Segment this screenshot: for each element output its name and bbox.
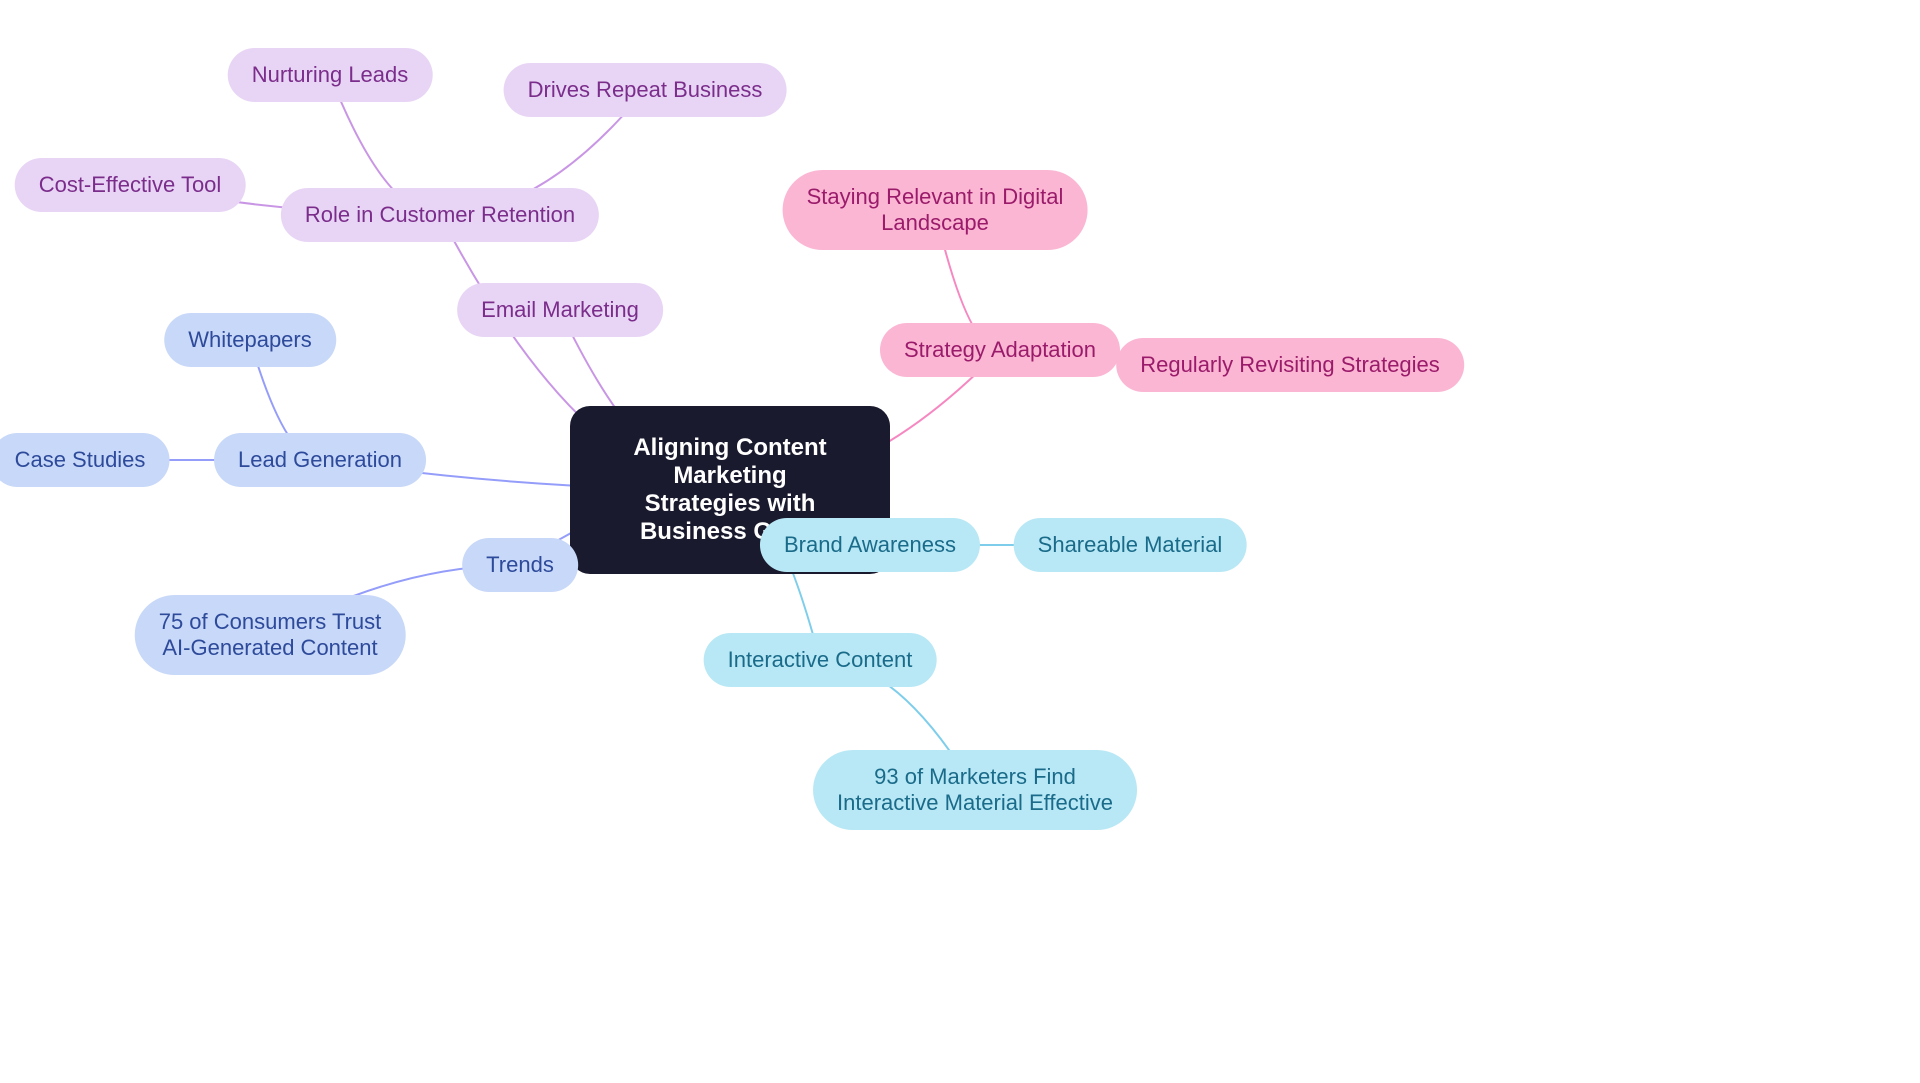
mindmap-container: Aligning Content Marketing Strategies wi… bbox=[0, 0, 1920, 1083]
node-email-marketing: Email Marketing bbox=[457, 283, 663, 337]
node-whitepapers: Whitepapers bbox=[164, 313, 336, 367]
node-75-consumers: 75 of Consumers Trust AI-Generated Conte… bbox=[135, 595, 406, 675]
node-93-marketers: 93 of Marketers Find Interactive Materia… bbox=[813, 750, 1137, 830]
node-cost-effective: Cost-Effective Tool bbox=[15, 158, 246, 212]
node-role-customer-retention: Role in Customer Retention bbox=[281, 188, 599, 242]
node-brand-awareness: Brand Awareness bbox=[760, 518, 980, 572]
node-interactive-content: Interactive Content bbox=[704, 633, 937, 687]
node-nurturing-leads: Nurturing Leads bbox=[228, 48, 433, 102]
node-trends: Trends bbox=[462, 538, 578, 592]
node-staying-relevant: Staying Relevant in Digital Landscape bbox=[783, 170, 1088, 250]
node-strategy-adaptation: Strategy Adaptation bbox=[880, 323, 1120, 377]
node-regularly-revisiting: Regularly Revisiting Strategies bbox=[1116, 338, 1464, 392]
node-lead-generation: Lead Generation bbox=[214, 433, 426, 487]
node-shareable-material: Shareable Material bbox=[1014, 518, 1247, 572]
node-case-studies: Case Studies bbox=[0, 433, 169, 487]
node-drives-repeat: Drives Repeat Business bbox=[504, 63, 787, 117]
